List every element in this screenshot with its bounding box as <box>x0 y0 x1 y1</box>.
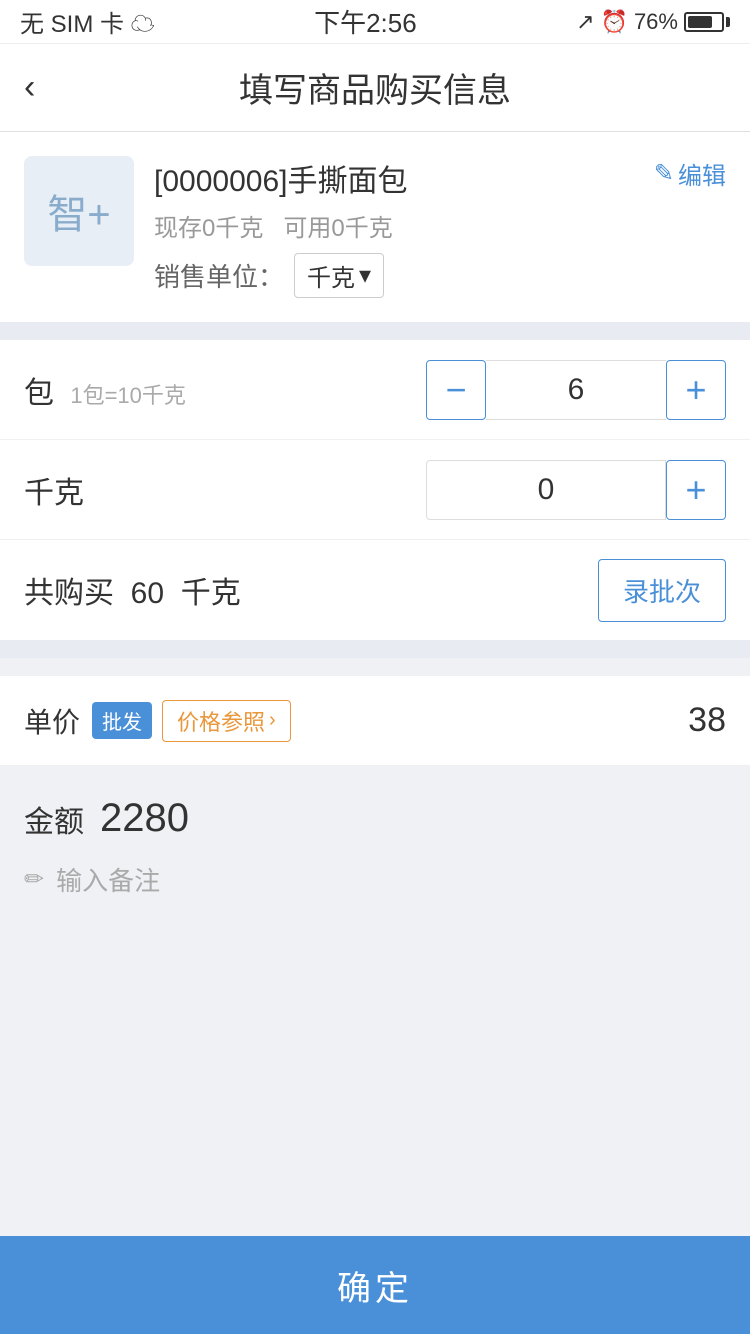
status-time: 下午2:56 <box>314 3 417 40</box>
location-icon: ↗ <box>576 9 594 35</box>
product-card: 智+ [0000006]手撕面包 现存0千克 可用0千克 销售单位： 千克 ▾ … <box>0 132 750 322</box>
product-info: [0000006]手撕面包 现存0千克 可用0千克 销售单位： 千克 ▾ <box>154 156 726 298</box>
input-section: 包 1包=10千克 − + 千克 + <box>0 340 750 540</box>
edit-label: 编辑 <box>678 156 726 191</box>
bottom-filler <box>0 918 750 1218</box>
unit-label: 销售单位： <box>154 257 284 294</box>
sim-label: 无 SIM 卡 ☁ <box>20 4 155 39</box>
price-ref-button[interactable]: 价格参照 › <box>162 700 291 742</box>
kg-row: 千克 + <box>0 440 750 540</box>
kg-input[interactable] <box>426 460 666 520</box>
bao-row: 包 1包=10千克 − + <box>0 340 750 440</box>
bao-hint: 1包=10千克 <box>70 383 186 408</box>
status-right: ↗ ⏰ 76% <box>576 9 730 35</box>
nav-bar: ‹ 填写商品购买信息 <box>0 44 750 132</box>
product-stock: 现存0千克 可用0千克 <box>154 208 726 243</box>
divider-2 <box>0 640 750 658</box>
total-text: 共购买 60 千克 <box>24 568 241 612</box>
bao-plus-button[interactable]: + <box>666 360 726 420</box>
status-left: 无 SIM 卡 ☁ <box>20 4 155 39</box>
bao-minus-button[interactable]: − <box>426 360 486 420</box>
total-unit: 千克 <box>181 577 241 610</box>
unit-arrow: ▾ <box>359 261 371 290</box>
edit-button[interactable]: ✎ 编辑 <box>654 156 726 191</box>
thumbnail-text: 智+ <box>47 182 110 240</box>
pencil-icon: ✏ <box>24 865 44 894</box>
alarm-icon: ⏰ <box>601 9 628 35</box>
bao-controls: − + <box>426 360 726 420</box>
bao-input[interactable] <box>486 360 666 420</box>
product-title: 手撕面包 <box>287 165 407 198</box>
amount-value: 2280 <box>100 796 189 841</box>
note-row[interactable]: ✏ 输入备注 <box>24 861 726 898</box>
divider-1 <box>0 322 750 340</box>
price-section: 单价 批发 价格参照 › 38 <box>0 676 750 766</box>
back-button[interactable]: ‹ <box>24 68 35 107</box>
price-ref-arrow: › <box>269 709 276 732</box>
batch-button[interactable]: 录批次 <box>598 559 726 622</box>
bao-label: 包 1包=10千克 <box>24 368 426 412</box>
kg-label: 千克 <box>24 468 426 512</box>
edit-icon: ✎ <box>654 159 674 188</box>
stock-current: 现存0千克 <box>154 215 263 242</box>
total-amount: 60 <box>131 577 164 610</box>
stock-available: 可用0千克 <box>283 215 392 242</box>
note-label: 输入备注 <box>56 861 160 898</box>
status-bar: 无 SIM 卡 ☁ 下午2:56 ↗ ⏰ 76% <box>0 0 750 44</box>
tag-batch: 批发 <box>92 702 152 739</box>
price-ref-label: 价格参照 <box>177 705 265 737</box>
price-row: 单价 批发 价格参照 › 38 <box>0 676 750 766</box>
price-value: 38 <box>688 701 726 740</box>
kg-controls: + <box>426 460 726 520</box>
amount-row: 金额 2280 <box>24 796 726 841</box>
product-code: [0000006] <box>154 165 287 198</box>
kg-plus-button[interactable]: + <box>666 460 726 520</box>
amount-section: 金额 2280 ✏ 输入备注 <box>0 766 750 918</box>
confirm-label: 确定 <box>337 1261 413 1310</box>
product-unit-row: 销售单位： 千克 ▾ <box>154 253 726 298</box>
confirm-bar[interactable]: 确定 <box>0 1236 750 1334</box>
total-row: 共购买 60 千克 录批次 <box>0 540 750 640</box>
price-label: 单价 <box>24 701 80 741</box>
product-thumbnail: 智+ <box>24 156 134 266</box>
page-title: 填写商品购买信息 <box>239 63 511 112</box>
unit-select[interactable]: 千克 ▾ <box>294 253 384 298</box>
product-name: [0000006]手撕面包 <box>154 156 726 200</box>
unit-value: 千克 <box>307 258 355 293</box>
battery-icon <box>684 12 730 32</box>
amount-label: 金额 <box>24 797 84 841</box>
battery-percent: 76% <box>634 9 678 35</box>
